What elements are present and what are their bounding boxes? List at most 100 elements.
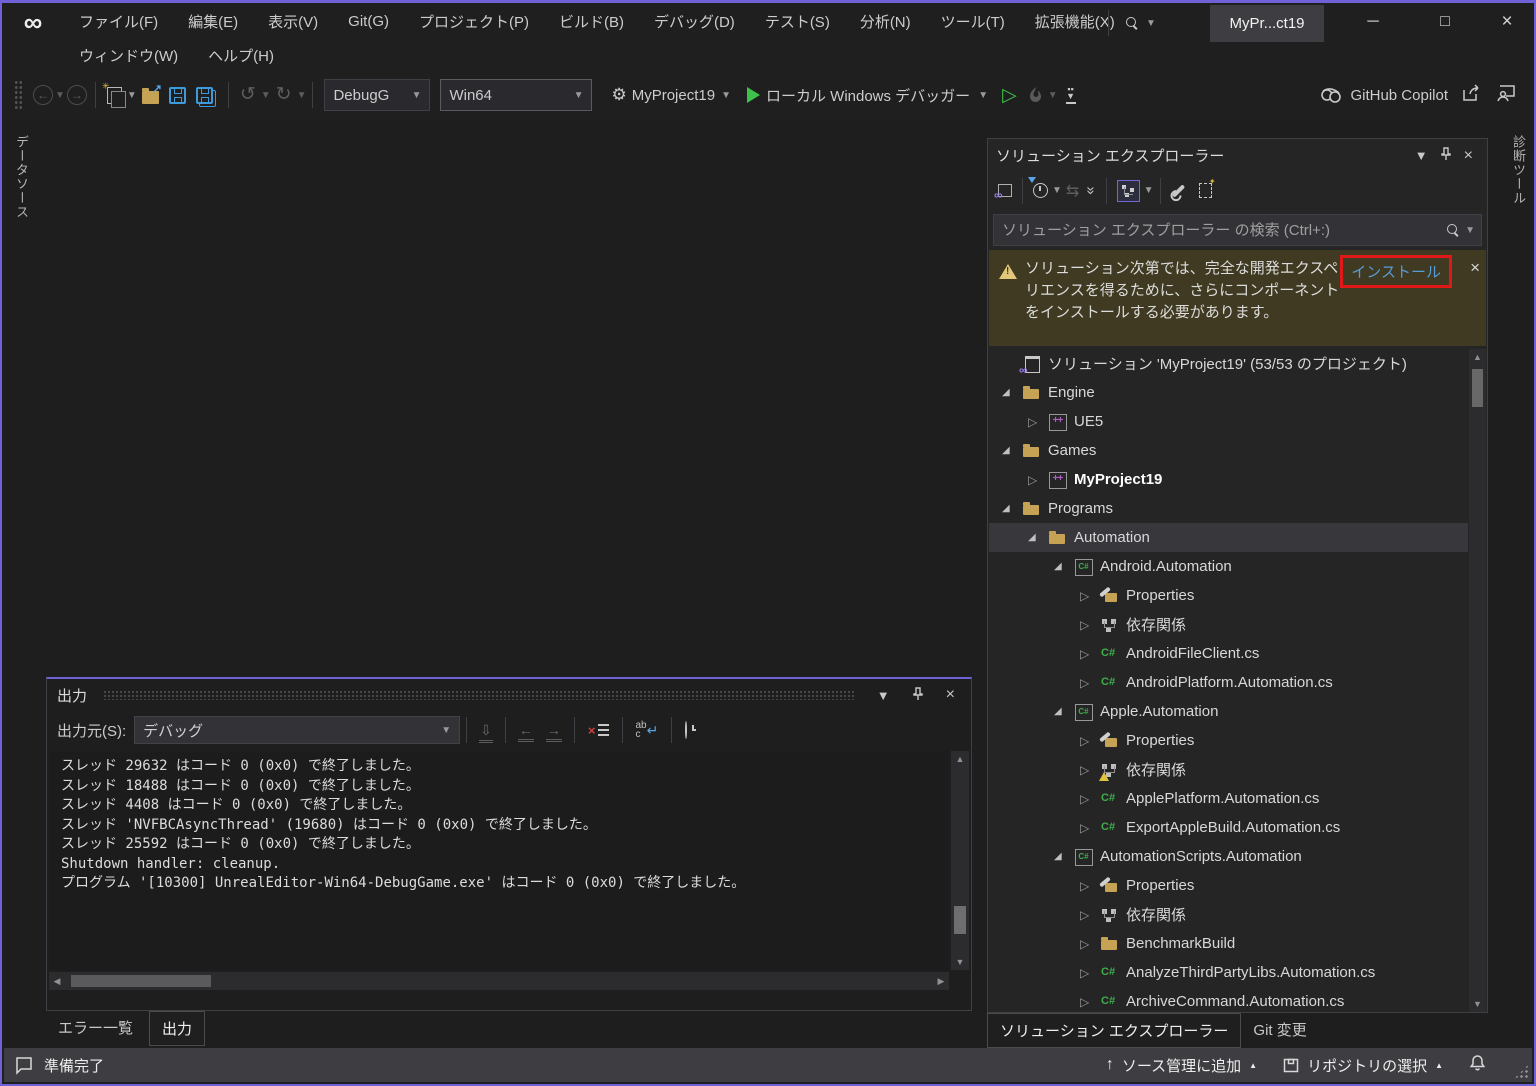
tree-item[interactable]: ▷ 依存関係 (989, 900, 1468, 929)
scrollbar-thumb[interactable] (71, 975, 211, 987)
tree-item[interactable]: ▷ BenchmarkBuild (989, 929, 1468, 958)
undo-button[interactable]: ↺ (240, 85, 256, 104)
collapsed-arrow-icon[interactable]: ▷ (1077, 792, 1101, 806)
properties-button[interactable] (1171, 183, 1191, 198)
tree-vertical-scrollbar[interactable]: ▲ ▼ (1469, 349, 1486, 1012)
expanded-arrow-icon[interactable]: ◢ (999, 387, 1023, 398)
title-search-button[interactable]: ▼ (1120, 9, 1176, 37)
menu-item[interactable]: テスト(S) (750, 11, 845, 32)
output-panel-header[interactable]: 出力 ▼ × (47, 679, 971, 711)
menu-item[interactable]: デバッグ(D) (639, 11, 750, 32)
feedback-button[interactable] (1496, 84, 1516, 107)
sync-with-active-document-button[interactable] (1116, 179, 1140, 202)
bottom-panel-tab[interactable]: エラー一覧 (46, 1011, 145, 1044)
scroll-down-icon[interactable]: ▼ (1469, 999, 1486, 1009)
data-sources-side-tab[interactable]: データソース (12, 135, 31, 219)
solution-explorer-tab[interactable]: Git 変更 (1241, 1013, 1318, 1046)
tree-item[interactable]: ▷ AndroidPlatform.Automation.cs (989, 668, 1468, 697)
collapsed-arrow-icon[interactable]: ▷ (1077, 589, 1101, 603)
output-horizontal-scrollbar[interactable]: ◀ ▶ (49, 972, 949, 990)
hot-reload-dropdown[interactable]: ▼ (1048, 90, 1058, 101)
start-without-debug-icon[interactable]: ▷ (1002, 84, 1017, 107)
save-all-button[interactable] (195, 86, 217, 104)
solution-explorer-header[interactable]: ソリューション エクスプローラー ▼ × (988, 139, 1487, 172)
tree-item[interactable]: ▷ UE5 (989, 407, 1468, 436)
feedback-bubble-icon[interactable] (14, 1055, 34, 1075)
expanded-arrow-icon[interactable]: ◢ (1051, 561, 1075, 572)
collapsed-arrow-icon[interactable]: ▷ (1077, 763, 1101, 777)
github-copilot-button[interactable]: GitHub Copilot (1320, 86, 1448, 104)
solution-search-input[interactable] (994, 221, 1448, 239)
window-position-dropdown[interactable]: ▼ (871, 688, 896, 703)
tree-item[interactable]: ◢ AutomationScripts.Automation (989, 842, 1468, 871)
platform-select[interactable]: Win64 ▼ (440, 79, 593, 111)
diagnostics-side-tab[interactable]: 診断ツール (1509, 135, 1528, 205)
banner-close-button[interactable]: × (1470, 258, 1480, 278)
collapsed-arrow-icon[interactable]: ▷ (1025, 473, 1049, 487)
maximize-button[interactable]: □ (1416, 3, 1474, 41)
debug-target-button[interactable]: ローカル Windows デバッガー (766, 85, 970, 106)
install-link[interactable]: インストール (1351, 264, 1441, 281)
goto-message-button[interactable]: ⇩ (479, 722, 493, 743)
collapsed-arrow-icon[interactable]: ▷ (1077, 734, 1101, 748)
tree-item[interactable]: ▷ AndroidFileClient.cs (989, 639, 1468, 668)
solution-config-select[interactable]: DebugG ▼ (324, 79, 431, 111)
expanded-arrow-icon[interactable]: ◢ (1051, 851, 1075, 862)
menu-item[interactable]: 拡張機能(X) (1020, 11, 1130, 32)
collapsed-arrow-icon[interactable]: ▷ (1077, 995, 1101, 1009)
tree-item[interactable]: ▷ Properties (989, 871, 1468, 900)
word-wrap-button[interactable]: ab c ↵ (636, 721, 659, 740)
toolbar-overflow-button[interactable]: ▪▪ ▼ (1065, 85, 1076, 104)
filter-dropdown[interactable]: ▼ (1052, 185, 1062, 196)
save-button[interactable] (168, 86, 186, 104)
scroll-up-icon[interactable]: ▲ (951, 754, 969, 764)
startup-project-button[interactable]: MyProject19 (632, 87, 715, 104)
tree-item[interactable]: ▷ ArchiveCommand.Automation.cs (989, 987, 1468, 1012)
scroll-down-icon[interactable]: ▼ (951, 957, 969, 967)
pending-changes-filter-button[interactable] (1028, 177, 1048, 198)
menu-item[interactable]: ヘルプ(H) (193, 45, 289, 66)
new-project-dropdown[interactable]: ▼ (127, 90, 137, 101)
tree-item[interactable]: ◢ Engine (989, 378, 1468, 407)
tree-item[interactable]: ◢ Android.Automation (989, 552, 1468, 581)
search-options-dropdown[interactable]: ▼ (1465, 225, 1475, 236)
navigate-forward-button[interactable]: → (66, 85, 87, 105)
clear-all-button[interactable]: × (588, 723, 609, 738)
redo-button[interactable]: ↻ (276, 85, 292, 104)
collapsed-arrow-icon[interactable]: ▷ (1077, 821, 1101, 835)
scroll-up-icon[interactable]: ▲ (1469, 352, 1486, 362)
hot-reload-button[interactable] (1028, 86, 1043, 104)
output-vertical-scrollbar[interactable]: ▲ ▼ (951, 751, 969, 970)
toolbar-grip[interactable] (14, 80, 23, 110)
expanded-arrow-icon[interactable]: ◢ (1025, 532, 1049, 543)
menu-item[interactable]: ファイル(F) (64, 11, 173, 32)
tree-item[interactable]: ▷ 依存関係 (989, 610, 1468, 639)
tree-item[interactable]: ▷ AnalyzeThirdPartyLibs.Automation.cs (989, 958, 1468, 987)
panel-drag-grip[interactable] (103, 690, 855, 700)
tree-item[interactable]: ◢ Apple.Automation (989, 697, 1468, 726)
pin-button[interactable] (1434, 147, 1458, 164)
close-panel-button[interactable]: × (940, 686, 961, 704)
scrollbar-thumb[interactable] (954, 906, 966, 934)
collapsed-arrow-icon[interactable]: ▷ (1077, 647, 1101, 661)
menu-item[interactable]: 表示(V) (253, 11, 333, 32)
collapsed-arrow-icon[interactable]: ▷ (1077, 937, 1101, 951)
tree-item[interactable]: ▷ ExportAppleBuild.Automation.cs (989, 813, 1468, 842)
select-repository-button[interactable]: リポジトリの選択 ▲ (1283, 1055, 1443, 1076)
menu-item[interactable]: ウィンドウ(W) (64, 45, 193, 66)
navigate-back-button[interactable]: ← (33, 85, 53, 105)
sync-button[interactable]: ⇆ (1066, 181, 1079, 201)
new-project-button[interactable] (102, 81, 126, 108)
add-to-source-control-button[interactable]: ↑ ソース管理に追加 ▲ (1106, 1055, 1257, 1076)
startup-project-dropdown[interactable]: ▼ (721, 90, 731, 101)
menu-item[interactable]: 分析(N) (845, 11, 926, 32)
close-button[interactable]: × (1478, 3, 1534, 41)
redo-dropdown[interactable]: ▼ (297, 90, 307, 101)
undo-dropdown[interactable]: ▼ (261, 90, 271, 101)
notifications-button[interactable] (1469, 1054, 1486, 1076)
collapsed-arrow-icon[interactable]: ▷ (1077, 676, 1101, 690)
collapse-all-button[interactable]: » (1083, 182, 1100, 199)
share-button[interactable] (1462, 83, 1482, 107)
close-panel-button[interactable]: × (1458, 147, 1479, 165)
minimize-button[interactable]: ─ (1344, 3, 1402, 41)
